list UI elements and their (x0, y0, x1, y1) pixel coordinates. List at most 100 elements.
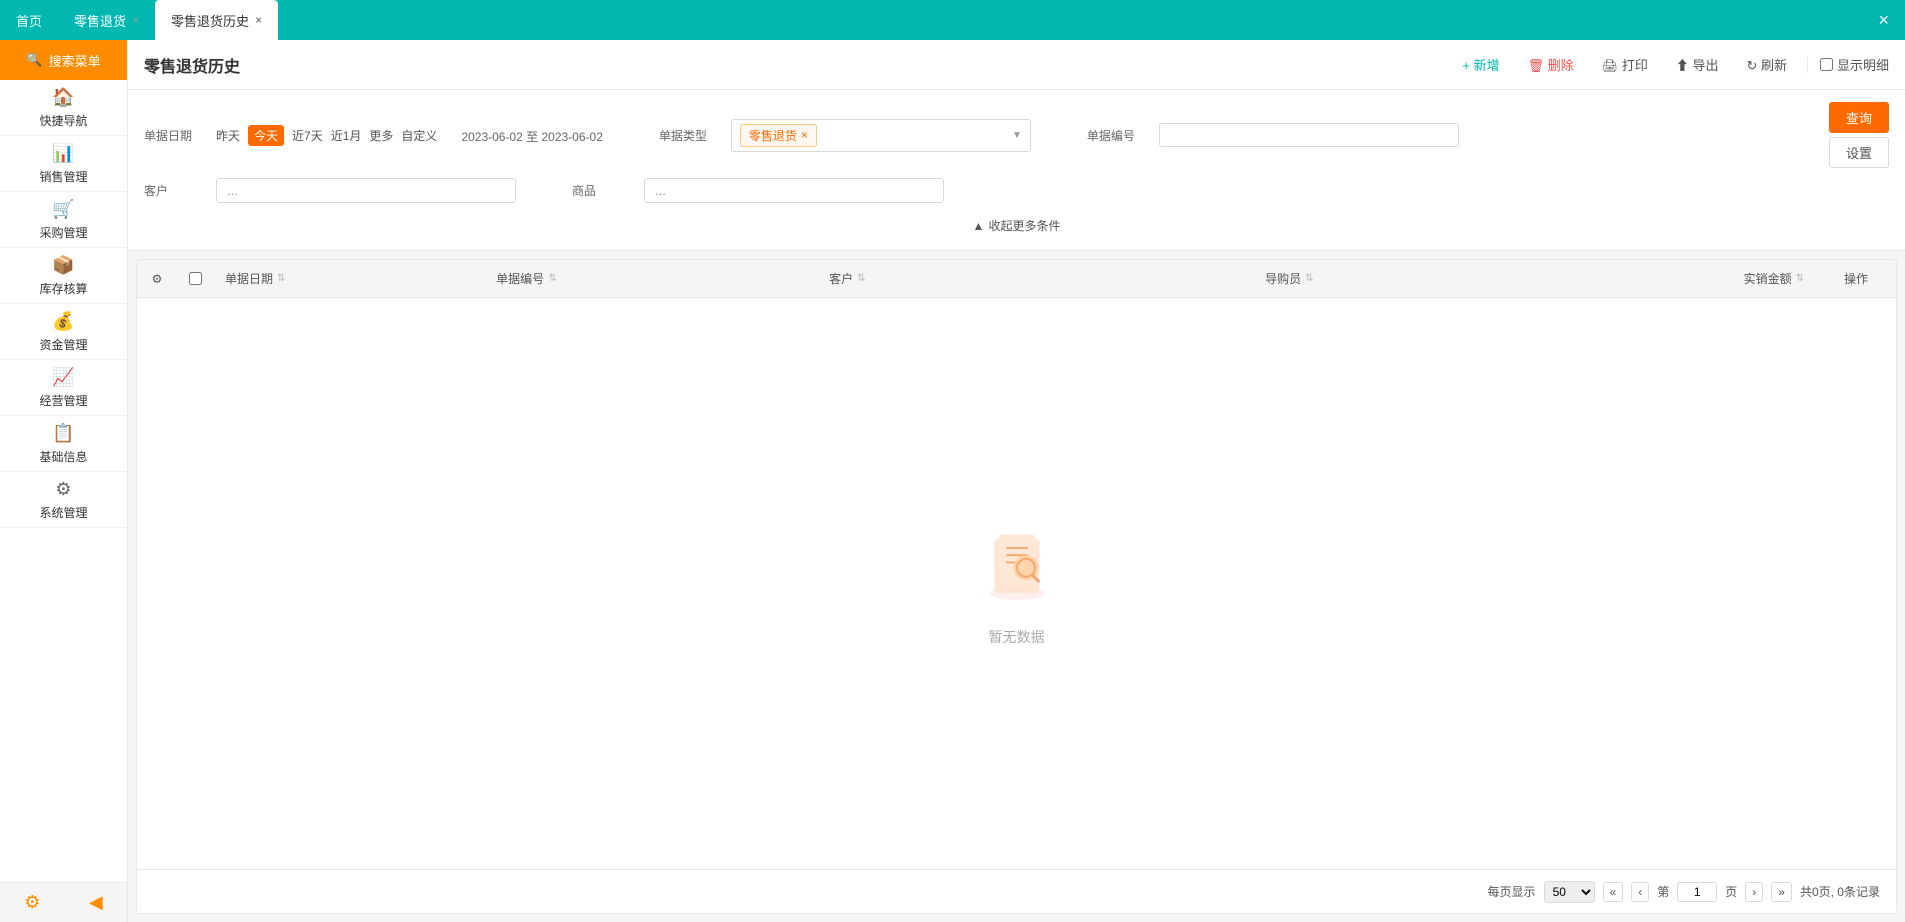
type-filter-label: 单据类型 (659, 127, 715, 144)
th-action: 操作 (1816, 260, 1896, 297)
query-button[interactable]: 查询 (1829, 102, 1889, 133)
empty-icon (972, 521, 1062, 611)
tab-retail-return[interactable]: 零售退货 × (58, 0, 155, 40)
page-number-input[interactable] (1677, 882, 1717, 902)
content-area: 零售退货历史 + 新增 🗑 删除 🖨 打印 ⬆ 导出 ↻ 刷新 显示明细 单据日… (128, 40, 1905, 922)
page-unit: 页 (1725, 883, 1737, 900)
th-guide[interactable]: 导购员 ⇅ (1253, 260, 1586, 297)
sidebar-bottom: ⚙ ◀ (0, 882, 127, 922)
th-settings[interactable]: ⚙ (137, 260, 177, 297)
doc-type-tag: 零售退货 × (740, 124, 817, 147)
number-filter-label: 单据编号 (1087, 127, 1143, 144)
date-range-text: 2023-06-02 至 2023-06-02 (461, 128, 602, 145)
tab-retail-return-history-close[interactable]: × (255, 13, 262, 27)
last-page-button[interactable]: » (1771, 882, 1792, 902)
th-number[interactable]: 单据编号 ⇅ (484, 260, 817, 297)
doc-number-input[interactable] (1159, 123, 1459, 147)
prev-page-button[interactable]: ‹ (1631, 882, 1649, 902)
sales-mgmt-icon: 📊 (52, 143, 74, 164)
page-title: 零售退货历史 (144, 53, 240, 77)
doc-type-tag-close[interactable]: × (801, 128, 808, 142)
page-size-label: 每页显示 (1488, 883, 1536, 900)
total-info: 共0页, 0条记录 (1800, 883, 1880, 900)
first-page-button[interactable]: « (1603, 882, 1624, 902)
date-7days[interactable]: 近7天 (292, 127, 323, 144)
filter-row-2: 客户 ... 商品 ... (144, 178, 1889, 203)
table-header: ⚙ 单据日期 ⇅ 单据编号 ⇅ 客户 ⇅ 导购员 (137, 260, 1896, 298)
collapse-sidebar-icon[interactable]: ◀ (89, 892, 103, 913)
guide-sort-icon: ⇅ (1305, 273, 1313, 284)
header-actions: + 新增 🗑 删除 🖨 打印 ⬆ 导出 ↻ 刷新 显示明细 (1454, 51, 1889, 78)
tab-home[interactable]: 首页 (0, 0, 58, 40)
sidebar-item-operation[interactable]: 📈 经营管理 (0, 360, 127, 416)
sidebar-search[interactable]: 🔍 搜索菜单 (0, 40, 127, 80)
tab-retail-return-close[interactable]: × (132, 13, 139, 27)
tab-bar: 首页 零售退货 × 零售退货历史 × × (0, 0, 1905, 40)
sidebar-label-purchase-mgmt: 采购管理 (39, 224, 87, 241)
doc-type-chevron: ▼ (1012, 130, 1022, 141)
th-customer[interactable]: 客户 ⇅ (817, 260, 1253, 297)
sidebar-search-label: 搜索菜单 (49, 51, 101, 70)
date-today[interactable]: 今天 (248, 125, 284, 146)
date-shortcuts: 昨天 今天 近7天 近1月 更多 自定义 (216, 125, 437, 146)
th-date[interactable]: 单据日期 ⇅ (213, 260, 484, 297)
filter-area: 单据日期 昨天 今天 近7天 近1月 更多 自定义 2023-06-02 至 2… (128, 90, 1905, 251)
print-button[interactable]: 🖨 打印 (1594, 51, 1656, 78)
date-yesterday[interactable]: 昨天 (216, 127, 240, 144)
basic-info-icon: 📋 (52, 423, 74, 444)
doc-type-select[interactable]: 零售退货 × ▼ (731, 119, 1031, 152)
sidebar-label-finance: 资金管理 (39, 336, 87, 353)
page-size-select[interactable]: 10 20 50 100 (1544, 881, 1595, 903)
page-label: 第 (1657, 883, 1669, 900)
goods-filter-label: 商品 (572, 182, 628, 199)
quick-nav-icon: 🏠 (52, 87, 74, 108)
settings-bottom-icon[interactable]: ⚙ (24, 892, 40, 913)
sidebar-nav: 🏠 快捷导航 📊 销售管理 🛒 采购管理 📦 库存核算 💰 资金管理 📈 (0, 80, 127, 882)
new-button[interactable]: + 新增 (1454, 51, 1507, 78)
collapse-filter-btn[interactable]: ▲ 收起更多条件 (144, 213, 1889, 238)
select-all-checkbox[interactable] (189, 272, 202, 285)
goods-input[interactable]: ... (644, 178, 944, 203)
collapse-up-icon: ▲ (973, 219, 985, 233)
sidebar-label-inventory: 库存核算 (39, 280, 87, 297)
system-mgmt-icon: ⚙ (55, 479, 71, 500)
empty-text: 暂无数据 (989, 627, 1045, 647)
date-sort-icon: ⇅ (277, 273, 285, 284)
refresh-button[interactable]: ↻ 刷新 (1738, 51, 1795, 78)
customer-sort-icon: ⇅ (857, 273, 865, 284)
amount-sort-icon: ⇅ (1796, 273, 1804, 284)
close-all-tabs[interactable]: × (1878, 10, 1889, 31)
show-detail-input[interactable] (1820, 58, 1833, 71)
th-checkbox[interactable] (177, 260, 213, 297)
show-detail-checkbox[interactable]: 显示明细 (1820, 55, 1889, 74)
export-button[interactable]: ⬆ 导出 (1668, 51, 1727, 78)
finance-icon: 💰 (52, 311, 74, 332)
sidebar-item-purchase-mgmt[interactable]: 🛒 采购管理 (0, 192, 127, 248)
tab-retail-return-history[interactable]: 零售退货历史 × (155, 0, 278, 40)
sidebar-label-sales-mgmt: 销售管理 (39, 168, 87, 185)
query-setting-buttons: 查询 设置 (1829, 102, 1889, 168)
delete-button[interactable]: 🗑 删除 (1520, 51, 1582, 78)
sidebar-item-basic-info[interactable]: 📋 基础信息 (0, 416, 127, 472)
next-page-button[interactable]: › (1745, 882, 1763, 902)
sidebar-item-sales-mgmt[interactable]: 📊 销售管理 (0, 136, 127, 192)
sidebar-item-quick-nav[interactable]: 🏠 快捷导航 (0, 80, 127, 136)
date-custom[interactable]: 自定义 (401, 127, 437, 144)
sidebar-item-finance[interactable]: 💰 资金管理 (0, 304, 127, 360)
sidebar-item-system-mgmt[interactable]: ⚙ 系统管理 (0, 472, 127, 528)
date-more[interactable]: 更多 (369, 127, 393, 144)
sidebar-label-system-mgmt: 系统管理 (39, 504, 87, 521)
customer-input[interactable]: ... (216, 178, 516, 203)
page-header: 零售退货历史 + 新增 🗑 删除 🖨 打印 ⬆ 导出 ↻ 刷新 显示明细 (128, 40, 1905, 90)
empty-state: 暂无数据 (137, 298, 1896, 869)
date-1month[interactable]: 近1月 (331, 127, 362, 144)
setting-button[interactable]: 设置 (1829, 137, 1889, 168)
number-sort-icon: ⇅ (548, 273, 556, 284)
sidebar-item-inventory[interactable]: 📦 库存核算 (0, 248, 127, 304)
sidebar-label-operation: 经营管理 (39, 392, 87, 409)
th-amount[interactable]: 实销金额 ⇅ (1586, 260, 1816, 297)
search-icon: 🔍 (26, 52, 42, 68)
filter-row-1: 单据日期 昨天 今天 近7天 近1月 更多 自定义 2023-06-02 至 2… (144, 102, 1889, 168)
column-settings-icon: ⚙ (152, 272, 163, 286)
operation-icon: 📈 (52, 367, 74, 388)
